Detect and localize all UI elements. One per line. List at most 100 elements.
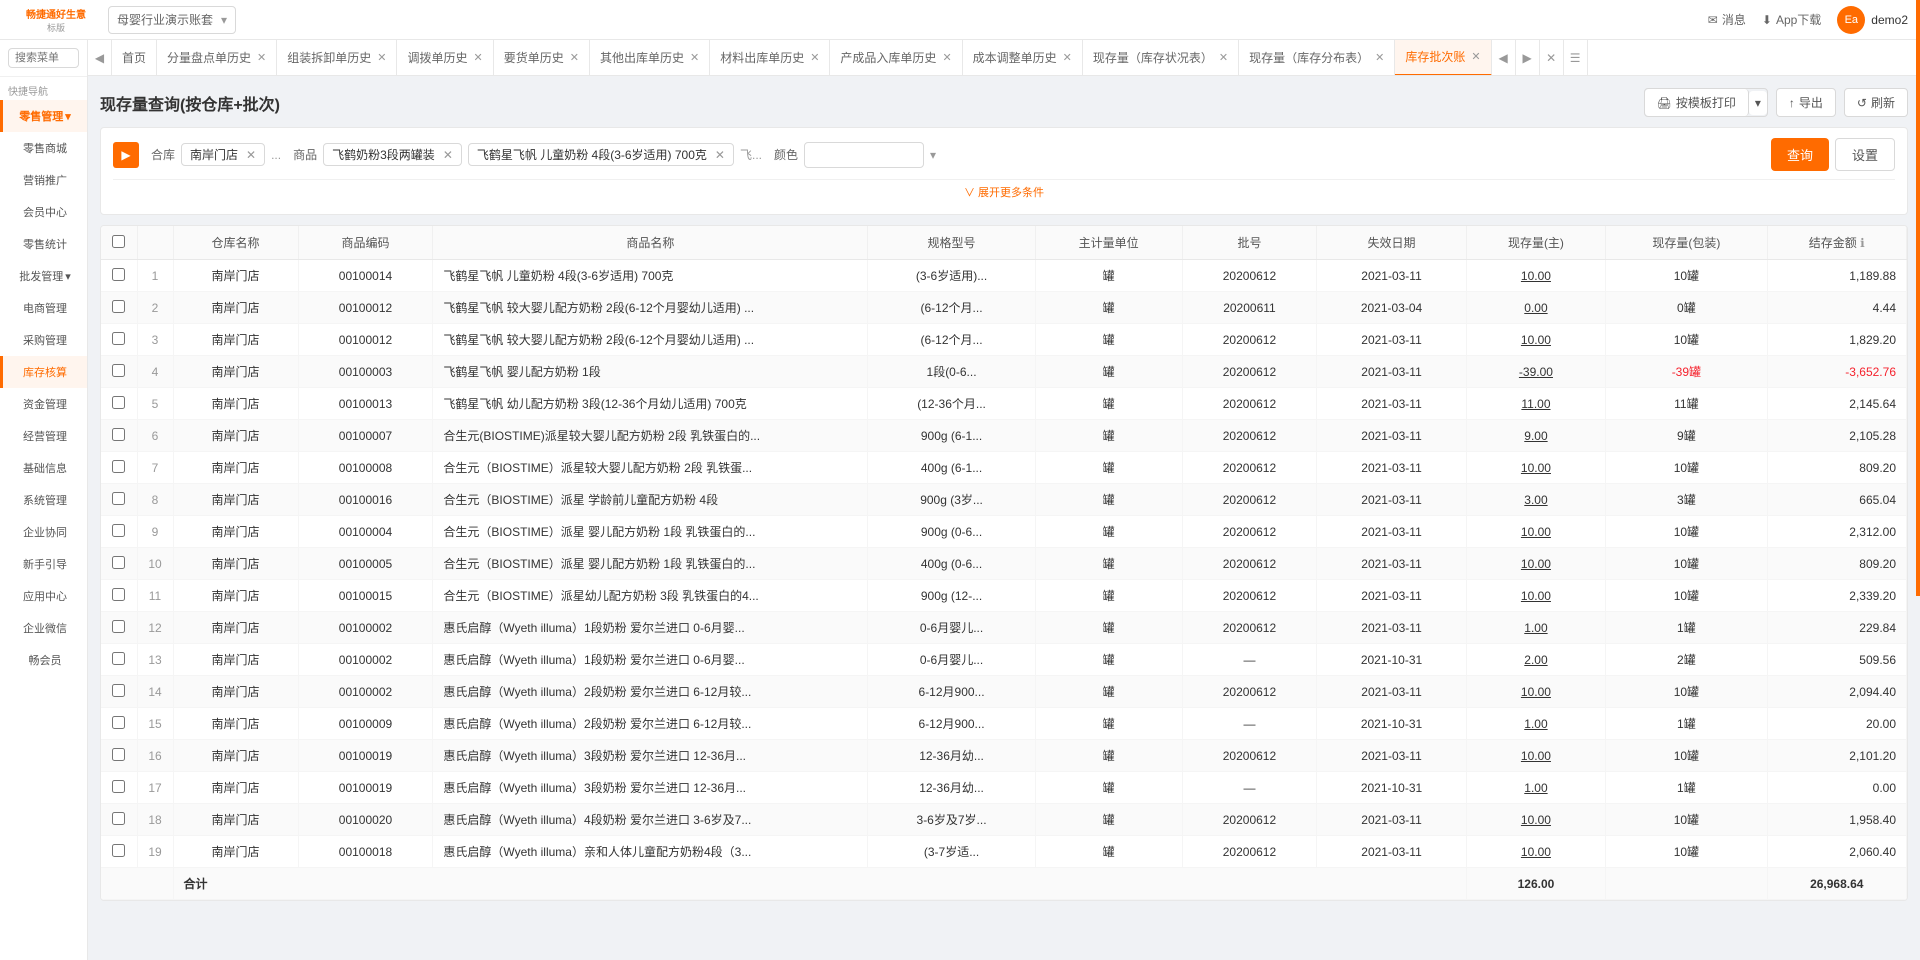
- row-check[interactable]: [101, 484, 137, 516]
- sidebar-item-retail-mgmt[interactable]: 零售管理 ▾: [0, 100, 87, 132]
- row-stock-main[interactable]: 10.00: [1466, 548, 1606, 580]
- tab-close-icon[interactable]: ✕: [810, 51, 819, 64]
- settings-button[interactable]: 设置: [1835, 138, 1895, 171]
- row-check[interactable]: [101, 804, 137, 836]
- row-stock-main[interactable]: 1.00: [1466, 772, 1606, 804]
- tab-xiancunliang-status[interactable]: 现存量（库存状况表） ✕: [1083, 40, 1239, 76]
- sidebar-item-retail-stats[interactable]: 零售统计: [0, 228, 87, 260]
- tab-menu-icon[interactable]: ☰: [1564, 40, 1588, 76]
- row-check[interactable]: [101, 292, 137, 324]
- row-stock-main[interactable]: 1.00: [1466, 708, 1606, 740]
- product-ellipsis[interactable]: 飞...: [740, 146, 762, 163]
- row-check[interactable]: [101, 612, 137, 644]
- color-input[interactable]: [804, 142, 924, 168]
- app-download-button[interactable]: ⬇ App下载: [1762, 11, 1821, 28]
- tab-cailiaochuku[interactable]: 材料出库单历史 ✕: [710, 40, 830, 76]
- sidebar-item-sys-mgmt[interactable]: 系统管理: [0, 484, 87, 516]
- sidebar-item-ecommerce[interactable]: 电商管理: [0, 292, 87, 324]
- row-stock-main[interactable]: 10.00: [1466, 452, 1606, 484]
- sidebar-item-enterprise-collab[interactable]: 企业协同: [0, 516, 87, 548]
- sidebar-item-member-center[interactable]: 会员中心: [0, 196, 87, 228]
- row-stock-main[interactable]: 10.00: [1466, 676, 1606, 708]
- tab-close-icon[interactable]: ✕: [377, 51, 386, 64]
- tab-xiancunliang-dist[interactable]: 现存量（库存分布表） ✕: [1239, 40, 1395, 76]
- row-check[interactable]: [101, 420, 137, 452]
- row-stock-main[interactable]: 10.00: [1466, 580, 1606, 612]
- th-check[interactable]: [101, 226, 137, 260]
- sidebar-item-newbie-guide[interactable]: 新手引导: [0, 548, 87, 580]
- row-check[interactable]: [101, 772, 137, 804]
- tab-next-icon[interactable]: ▶: [1516, 40, 1540, 76]
- warehouse-ellipsis[interactable]: ...: [271, 148, 281, 162]
- row-stock-main[interactable]: 10.00: [1466, 516, 1606, 548]
- tab-yaohuo[interactable]: 要货单历史 ✕: [494, 40, 590, 76]
- row-stock-main[interactable]: -39.00: [1466, 356, 1606, 388]
- tab-close-icon[interactable]: ✕: [474, 51, 483, 64]
- row-stock-main[interactable]: 10.00: [1466, 804, 1606, 836]
- query-button[interactable]: 查询: [1771, 138, 1829, 171]
- sidebar-item-finance[interactable]: 资金管理: [0, 388, 87, 420]
- select-all-checkbox[interactable]: [112, 235, 125, 248]
- row-check[interactable]: [101, 324, 137, 356]
- export-button[interactable]: ↑ 导出: [1776, 88, 1836, 117]
- row-check[interactable]: [101, 516, 137, 548]
- sidebar-item-inventory-check[interactable]: 库存核算: [0, 356, 87, 388]
- tab-chanchengpinruku[interactable]: 产成品入库单历史 ✕: [830, 40, 962, 76]
- tab-close-icon[interactable]: ✕: [942, 51, 951, 64]
- message-button[interactable]: ✉ 消息: [1708, 11, 1746, 28]
- print-dropdown-button[interactable]: ▾: [1749, 91, 1767, 115]
- template-print-button[interactable]: 🖨 按模板打印: [1645, 89, 1749, 116]
- sidebar-item-purchase-mgmt[interactable]: 采购管理: [0, 324, 87, 356]
- expand-bar[interactable]: ∨ 展开更多条件: [113, 179, 1895, 204]
- warehouse-tag[interactable]: 南岸门店 ✕: [181, 143, 265, 166]
- tab-close-icon[interactable]: ✕: [1471, 50, 1480, 63]
- tab-qitachuku[interactable]: 其他出库单历史 ✕: [590, 40, 710, 76]
- sidebar-item-operations[interactable]: 经营管理: [0, 420, 87, 452]
- tab-close-icon[interactable]: ✕: [570, 51, 579, 64]
- row-stock-main[interactable]: 11.00: [1466, 388, 1606, 420]
- row-stock-main[interactable]: 10.00: [1466, 836, 1606, 868]
- product-tag-2[interactable]: 飞鹤星飞帆 儿童奶粉 4段(3-6岁适用) 700克 ✕: [468, 143, 734, 166]
- row-check[interactable]: [101, 260, 137, 292]
- row-stock-main[interactable]: 10.00: [1466, 740, 1606, 772]
- filter-expand-btn[interactable]: ▶: [113, 142, 139, 168]
- breadcrumb-select[interactable]: 母婴行业演示账套 ▾: [108, 6, 236, 34]
- tab-close-icon[interactable]: ✕: [1219, 51, 1228, 64]
- sidebar-item-enterprise-wechat[interactable]: 企业微信: [0, 612, 87, 644]
- row-stock-main[interactable]: 10.00: [1466, 324, 1606, 356]
- tab-zuzhuangchaijian[interactable]: 组装拆卸单历史 ✕: [277, 40, 397, 76]
- row-stock-main[interactable]: 10.00: [1466, 260, 1606, 292]
- tab-fenliangpandian[interactable]: 分量盘点单历史 ✕: [157, 40, 277, 76]
- sidebar-item-changhui-member[interactable]: 畅会员: [0, 644, 87, 676]
- row-stock-main[interactable]: 3.00: [1466, 484, 1606, 516]
- tab-chengbentiaozhen[interactable]: 成本调整单历史 ✕: [963, 40, 1083, 76]
- row-check[interactable]: [101, 580, 137, 612]
- remove-product-1-icon[interactable]: ✕: [443, 148, 453, 162]
- tab-close-icon[interactable]: ✕: [257, 51, 266, 64]
- row-check[interactable]: [101, 836, 137, 868]
- sidebar-item-wholesale-mgmt[interactable]: 批发管理 ▾: [0, 260, 87, 292]
- remove-warehouse-icon[interactable]: ✕: [246, 148, 256, 162]
- row-stock-main[interactable]: 0.00: [1466, 292, 1606, 324]
- sidebar-item-basic-info[interactable]: 基础信息: [0, 452, 87, 484]
- tab-close-icon[interactable]: ✕: [690, 51, 699, 64]
- row-check[interactable]: [101, 452, 137, 484]
- remove-product-2-icon[interactable]: ✕: [715, 148, 725, 162]
- tab-close-icon[interactable]: ✕: [1063, 51, 1072, 64]
- color-dropdown-icon[interactable]: ▾: [930, 148, 936, 162]
- row-check[interactable]: [101, 644, 137, 676]
- row-check[interactable]: [101, 676, 137, 708]
- sidebar-item-marketing[interactable]: 营销推广: [0, 164, 87, 196]
- tab-home[interactable]: 首页: [112, 40, 157, 76]
- tab-close-all-icon[interactable]: ✕: [1540, 40, 1564, 76]
- sidebar-item-app-center[interactable]: 应用中心: [0, 580, 87, 612]
- row-check[interactable]: [101, 356, 137, 388]
- tab-diaobodian[interactable]: 调拨单历史 ✕: [397, 40, 493, 76]
- row-stock-main[interactable]: 1.00: [1466, 612, 1606, 644]
- search-input[interactable]: [8, 48, 79, 68]
- tab-close-icon[interactable]: ✕: [1375, 51, 1384, 64]
- row-check[interactable]: [101, 740, 137, 772]
- sidebar-item-retail-mall[interactable]: 零售商城: [0, 132, 87, 164]
- tab-expand-icon[interactable]: ◀: [88, 40, 112, 76]
- refresh-button[interactable]: ↺ 刷新: [1844, 88, 1908, 117]
